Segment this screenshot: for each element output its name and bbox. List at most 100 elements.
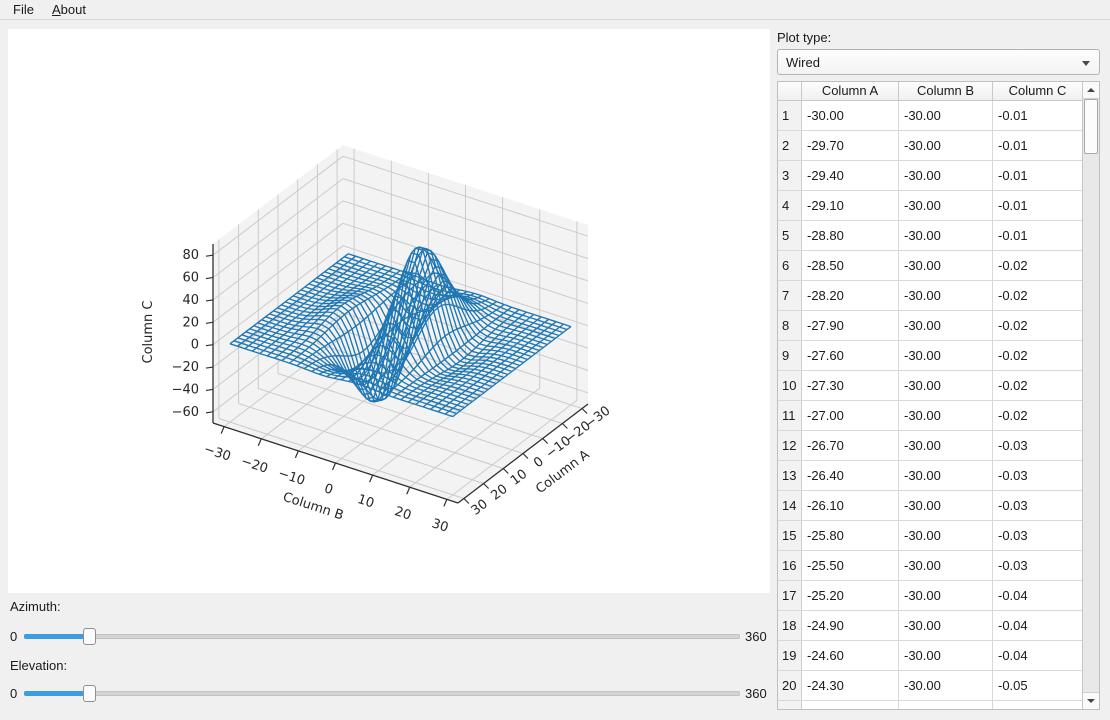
cell-column-c[interactable]: -0.04	[993, 641, 1082, 671]
header-column-b[interactable]: Column B	[899, 82, 993, 100]
cell-column-b[interactable]: -30.00	[899, 491, 993, 521]
row-number-cell[interactable]: 10	[778, 371, 802, 401]
cell-column-b[interactable]: -30.00	[899, 221, 993, 251]
cell-column-c[interactable]: -0.03	[993, 491, 1082, 521]
cell-column-a[interactable]: -24.30	[802, 671, 899, 701]
cell-column-c[interactable]: -0.04	[993, 581, 1082, 611]
elevation-slider[interactable]	[24, 691, 740, 696]
cell-column-b[interactable]: -30.00	[899, 161, 993, 191]
cell-column-c[interactable]: -0.01	[993, 221, 1082, 251]
cell-column-a[interactable]: -30.00	[802, 101, 899, 131]
cell-column-a[interactable]: -25.50	[802, 551, 899, 581]
cell-column-b[interactable]: -30.00	[899, 191, 993, 221]
cell-column-c[interactable]: -0.02	[993, 281, 1082, 311]
table-row: 6-28.50-30.00-0.02	[778, 251, 1082, 281]
cell-column-c[interactable]: -0.02	[993, 251, 1082, 281]
scrollbar-thumb[interactable]	[1084, 99, 1098, 154]
cell-column-a[interactable]: -27.90	[802, 311, 899, 341]
cell-column-a[interactable]: -27.30	[802, 371, 899, 401]
menu-file[interactable]: File	[4, 1, 43, 18]
cell-column-b[interactable]: -30.00	[899, 431, 993, 461]
cell-column-b[interactable]: -30.00	[899, 341, 993, 371]
row-number-cell[interactable]: 20	[778, 671, 802, 701]
cell-column-b[interactable]: -30.00	[899, 551, 993, 581]
tick-mark	[484, 484, 489, 489]
cell-column-c[interactable]: -0.01	[993, 161, 1082, 191]
cell-column-c[interactable]: -0.02	[993, 401, 1082, 431]
cell-column-a[interactable]: -29.40	[802, 161, 899, 191]
cell-column-b[interactable]: -30.00	[899, 671, 993, 701]
elevation-slider-handle[interactable]	[83, 685, 96, 702]
row-number-cell[interactable]: 3	[778, 161, 802, 191]
header-column-c[interactable]: Column C	[993, 82, 1082, 100]
row-number-cell[interactable]: 12	[778, 431, 802, 461]
cell-column-b[interactable]: -30.00	[899, 131, 993, 161]
cell-column-b[interactable]: -30.00	[899, 251, 993, 281]
row-number-cell[interactable]: 5	[778, 221, 802, 251]
row-number-cell[interactable]: 2	[778, 131, 802, 161]
cell-column-b[interactable]: -30.00	[899, 311, 993, 341]
azimuth-slider-fill	[24, 634, 90, 639]
plot-canvas[interactable]: −30−20−100102030−30−20−10010203080604020…	[8, 29, 770, 593]
row-number-cell[interactable]: 1	[778, 101, 802, 131]
table-scrollbar[interactable]	[1082, 82, 1099, 709]
row-number-cell[interactable]: 13	[778, 461, 802, 491]
row-number-cell[interactable]: 16	[778, 551, 802, 581]
cell-column-c[interactable]: -0.01	[993, 131, 1082, 161]
header-column-a[interactable]: Column A	[802, 82, 899, 100]
plot-type-select[interactable]: Wired	[777, 49, 1100, 75]
cell-column-a[interactable]: -26.40	[802, 461, 899, 491]
cell-column-b[interactable]: -30.00	[899, 371, 993, 401]
scroll-up-button[interactable]	[1083, 82, 1099, 99]
cell-column-a[interactable]: -28.50	[802, 251, 899, 281]
cell-column-b[interactable]: -30.00	[899, 281, 993, 311]
cell-column-b[interactable]: -30.00	[899, 611, 993, 641]
cell-column-b[interactable]: -30.00	[899, 401, 993, 431]
row-number-cell[interactable]: 4	[778, 191, 802, 221]
cell-column-c[interactable]: -0.03	[993, 461, 1082, 491]
row-number-cell[interactable]: 15	[778, 521, 802, 551]
cell-column-a[interactable]: -25.20	[802, 581, 899, 611]
cell-column-b[interactable]: -30.00	[899, 101, 993, 131]
cell-column-a[interactable]: -26.10	[802, 491, 899, 521]
azimuth-slider-handle[interactable]	[83, 628, 96, 645]
cell-column-c[interactable]: -0.03	[993, 521, 1082, 551]
cell-column-b[interactable]: -30.00	[899, 581, 993, 611]
row-number-cell[interactable]: 8	[778, 311, 802, 341]
row-number-cell[interactable]: 6	[778, 251, 802, 281]
z-tick-label: 20	[182, 315, 199, 330]
cell-column-a[interactable]: -24.60	[802, 641, 899, 671]
cell-column-b[interactable]: -30.00	[899, 641, 993, 671]
cell-column-c[interactable]: -0.02	[993, 371, 1082, 401]
cell-column-b[interactable]: -30.00	[899, 521, 993, 551]
cell-column-b[interactable]: -30.00	[899, 461, 993, 491]
cell-column-c[interactable]: -0.03	[993, 431, 1082, 461]
cell-column-c[interactable]: -0.02	[993, 341, 1082, 371]
cell-column-a[interactable]: -25.80	[802, 521, 899, 551]
cell-column-c[interactable]: -0.04	[993, 611, 1082, 641]
cell-column-c[interactable]: -0.01	[993, 101, 1082, 131]
cell-column-a[interactable]: -29.10	[802, 191, 899, 221]
cell-column-c[interactable]: -0.02	[993, 311, 1082, 341]
azimuth-slider[interactable]	[24, 634, 740, 639]
cell-column-a[interactable]: -26.70	[802, 431, 899, 461]
cell-column-c[interactable]: -0.05	[993, 671, 1082, 701]
row-number-cell[interactable]: 7	[778, 281, 802, 311]
row-number-cell[interactable]: 11	[778, 401, 802, 431]
cell-column-a[interactable]: -27.60	[802, 341, 899, 371]
row-number-cell[interactable]: 18	[778, 611, 802, 641]
row-number-cell[interactable]: 17	[778, 581, 802, 611]
cell-column-a[interactable]: -29.70	[802, 131, 899, 161]
cell-column-a[interactable]: -24.90	[802, 611, 899, 641]
cell-column-a[interactable]: -27.00	[802, 401, 899, 431]
cell-column-a[interactable]: -28.20	[802, 281, 899, 311]
scroll-down-button[interactable]	[1083, 692, 1099, 709]
row-number-cell[interactable]: 9	[778, 341, 802, 371]
cell-column-c[interactable]: -0.03	[993, 551, 1082, 581]
cell-column-a[interactable]: -28.80	[802, 221, 899, 251]
cell-column-c[interactable]: -0.01	[993, 191, 1082, 221]
menu-about[interactable]: About	[43, 1, 95, 18]
row-number-cell[interactable]: 19	[778, 641, 802, 671]
row-number-cell[interactable]: 14	[778, 491, 802, 521]
tick-mark	[333, 463, 336, 470]
